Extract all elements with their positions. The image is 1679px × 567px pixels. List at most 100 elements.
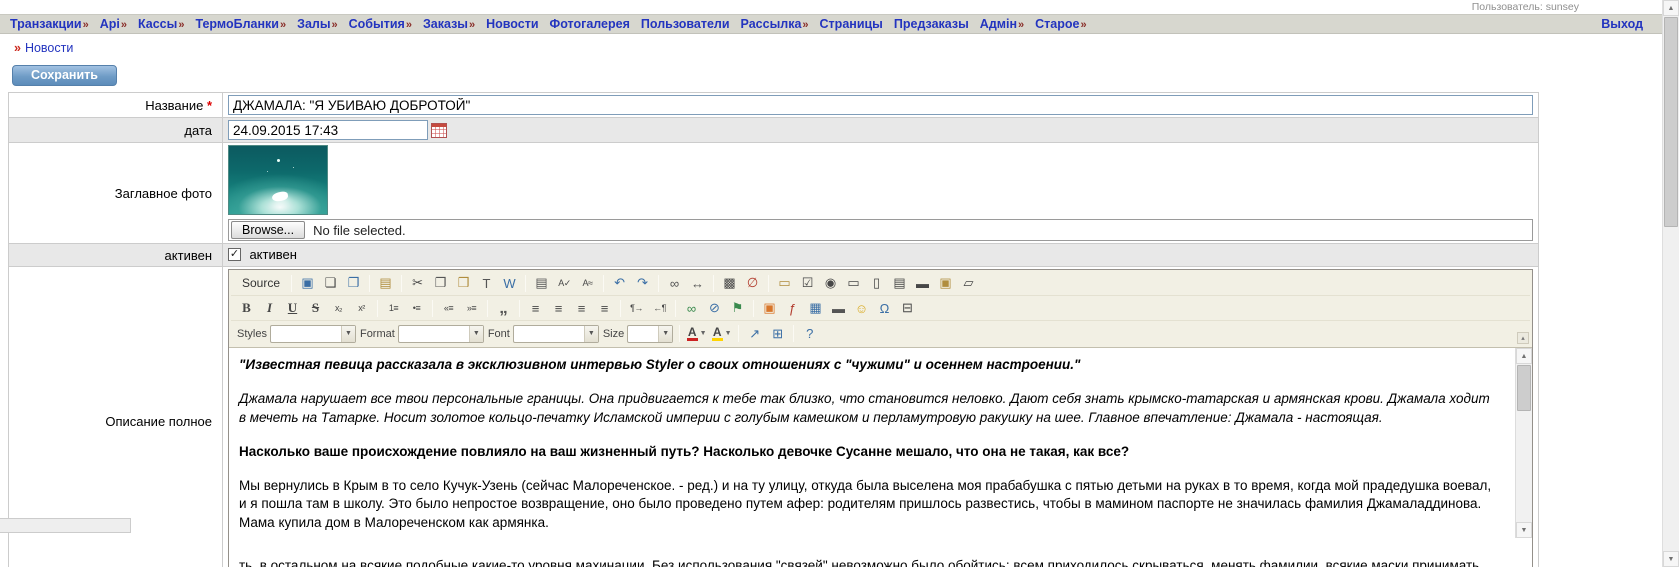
scroll-down-icon[interactable]: ▼: [1516, 522, 1532, 538]
page-scrollbar-thumb[interactable]: [1664, 17, 1678, 227]
underline-icon[interactable]: U: [282, 299, 303, 318]
browse-button[interactable]: Browse...: [231, 221, 306, 239]
new-page-icon[interactable]: ❏: [320, 274, 341, 293]
about-icon[interactable]: ?: [799, 324, 820, 343]
calendar-icon[interactable]: [431, 122, 447, 138]
checkbox-icon[interactable]: ☑: [797, 274, 818, 293]
unlink-icon[interactable]: ⊘: [704, 299, 725, 318]
editor-document[interactable]: "Известная певица рассказала в эксклюзив…: [229, 348, 1532, 567]
nav-item-rassylka[interactable]: Рассылка»: [741, 17, 809, 31]
source-button[interactable]: Source: [236, 274, 286, 293]
find-icon[interactable]: ∞: [664, 274, 685, 293]
styles-combo[interactable]: ▼: [269, 324, 356, 343]
nav-item-predzakazy[interactable]: Предзаказы: [894, 17, 969, 31]
bulleted-list-icon[interactable]: •≡: [406, 299, 427, 318]
replace-icon[interactable]: ↔: [687, 274, 708, 293]
nav-item-admin[interactable]: Адмін»: [980, 17, 1024, 31]
date-input[interactable]: [228, 120, 428, 140]
bold-icon[interactable]: B: [236, 299, 257, 318]
indent-icon[interactable]: »≡: [461, 299, 482, 318]
align-center-icon[interactable]: ≡: [548, 299, 569, 318]
paste-icon[interactable]: ❒: [453, 274, 474, 293]
redo-icon[interactable]: ↷: [632, 274, 653, 293]
radio-icon[interactable]: ◉: [820, 274, 841, 293]
save-icon[interactable]: ▣: [297, 274, 318, 293]
text-field-icon[interactable]: ▭: [843, 274, 864, 293]
numbered-list-icon[interactable]: 1≡: [383, 299, 404, 318]
templates-icon[interactable]: ▤: [375, 274, 396, 293]
align-left-icon[interactable]: ≡: [525, 299, 546, 318]
cut-icon[interactable]: ✂: [407, 274, 428, 293]
editor-content-area[interactable]: "Известная певица рассказала в эксклюзив…: [229, 348, 1532, 567]
background-color-button[interactable]: A ▼: [711, 324, 732, 343]
scroll-up-icon[interactable]: ▲: [1516, 348, 1532, 364]
form-icon[interactable]: ▭: [774, 274, 795, 293]
editor-scrollbar-thumb[interactable]: [1517, 365, 1531, 411]
align-right-icon[interactable]: ≡: [571, 299, 592, 318]
image-button-icon[interactable]: ▣: [935, 274, 956, 293]
photo-file-input[interactable]: Browse... No file selected.: [228, 219, 1533, 241]
toolbar-collapse-button[interactable]: ▴: [1517, 332, 1529, 344]
nav-item-kassy[interactable]: Кассы»: [138, 17, 184, 31]
remove-format-icon[interactable]: ∅: [742, 274, 763, 293]
nav-item-staroe[interactable]: Старое»: [1035, 17, 1086, 31]
select-all-icon[interactable]: ▩: [719, 274, 740, 293]
show-blocks-icon[interactable]: ⊞: [767, 324, 788, 343]
nav-item-api[interactable]: Api»: [100, 17, 127, 31]
horizontal-rule-icon[interactable]: ▬: [828, 299, 849, 318]
button-icon[interactable]: ▬: [912, 274, 933, 293]
nav-item-zakazy[interactable]: Заказы»: [423, 17, 475, 31]
size-combo[interactable]: ▼: [627, 324, 674, 343]
nav-item-tranzakcii[interactable]: Транзакции»: [10, 17, 89, 31]
format-combo[interactable]: ▼: [397, 324, 484, 343]
spell-check-icon[interactable]: A✓: [554, 274, 575, 293]
logout-link[interactable]: Выход: [1601, 17, 1643, 31]
font-combo[interactable]: ▼: [512, 324, 599, 343]
nav-item-zaly[interactable]: Залы»: [297, 17, 338, 31]
image-icon[interactable]: ▣: [759, 299, 780, 318]
table-icon[interactable]: ▦: [805, 299, 826, 318]
strikethrough-icon[interactable]: S: [305, 299, 326, 318]
nav-item-novosti[interactable]: Новости: [486, 17, 538, 31]
preview-icon[interactable]: ❐: [343, 274, 364, 293]
nav-item-polzovateli[interactable]: Пользователи: [641, 17, 730, 31]
copy-icon[interactable]: ❐: [430, 274, 451, 293]
select-field-icon[interactable]: ▤: [889, 274, 910, 293]
undo-icon[interactable]: ↶: [609, 274, 630, 293]
subscript-icon[interactable]: x₂: [328, 299, 349, 318]
italic-icon[interactable]: I: [259, 299, 280, 318]
maximize-icon[interactable]: ↗: [744, 324, 765, 343]
editor-scrollbar[interactable]: ▲ ▼: [1515, 348, 1532, 538]
scayt-icon[interactable]: A≈: [577, 274, 598, 293]
superscript-icon[interactable]: x²: [351, 299, 372, 318]
nav-item-termoblanki[interactable]: ТермоБланки»: [195, 17, 286, 31]
text-color-button[interactable]: A ▼: [686, 324, 707, 343]
bidi-rtl-icon[interactable]: ←¶: [649, 299, 670, 318]
flash-icon[interactable]: ƒ: [782, 299, 803, 318]
hidden-field-icon[interactable]: ▱: [958, 274, 979, 293]
print-icon[interactable]: ▤: [531, 274, 552, 293]
special-char-icon[interactable]: Ω: [874, 299, 895, 318]
active-checkbox[interactable]: ✓: [228, 248, 241, 262]
textarea-icon[interactable]: ▯: [866, 274, 887, 293]
paste-text-icon[interactable]: T: [476, 274, 497, 293]
save-button[interactable]: Сохранить: [12, 65, 117, 86]
smiley-icon[interactable]: ☺: [851, 299, 872, 318]
blockquote-icon[interactable]: „: [493, 299, 514, 318]
nav-item-fotogalereya[interactable]: Фотогалерея: [550, 17, 630, 31]
page-scroll-down-icon[interactable]: ▼: [1663, 551, 1679, 567]
nav-item-sobytiya[interactable]: События»: [349, 17, 412, 31]
paste-word-icon[interactable]: W: [499, 274, 520, 293]
nav-item-stranicy[interactable]: Страницы: [820, 17, 883, 31]
justify-icon[interactable]: ≡: [594, 299, 615, 318]
anchor-icon[interactable]: ⚑: [727, 299, 748, 318]
title-input[interactable]: [228, 95, 1533, 115]
page-scrollbar[interactable]: ▲ ▼: [1662, 0, 1679, 567]
bidi-ltr-icon[interactable]: ¶→: [626, 299, 647, 318]
page-scroll-up-icon[interactable]: ▲: [1663, 0, 1679, 16]
link-icon[interactable]: ∞: [681, 299, 702, 318]
outdent-icon[interactable]: «≡: [438, 299, 459, 318]
breadcrumb-link-novosti[interactable]: Новости: [25, 41, 73, 55]
toolbar-separator: [525, 274, 527, 292]
page-break-icon[interactable]: ⊟: [897, 299, 918, 318]
